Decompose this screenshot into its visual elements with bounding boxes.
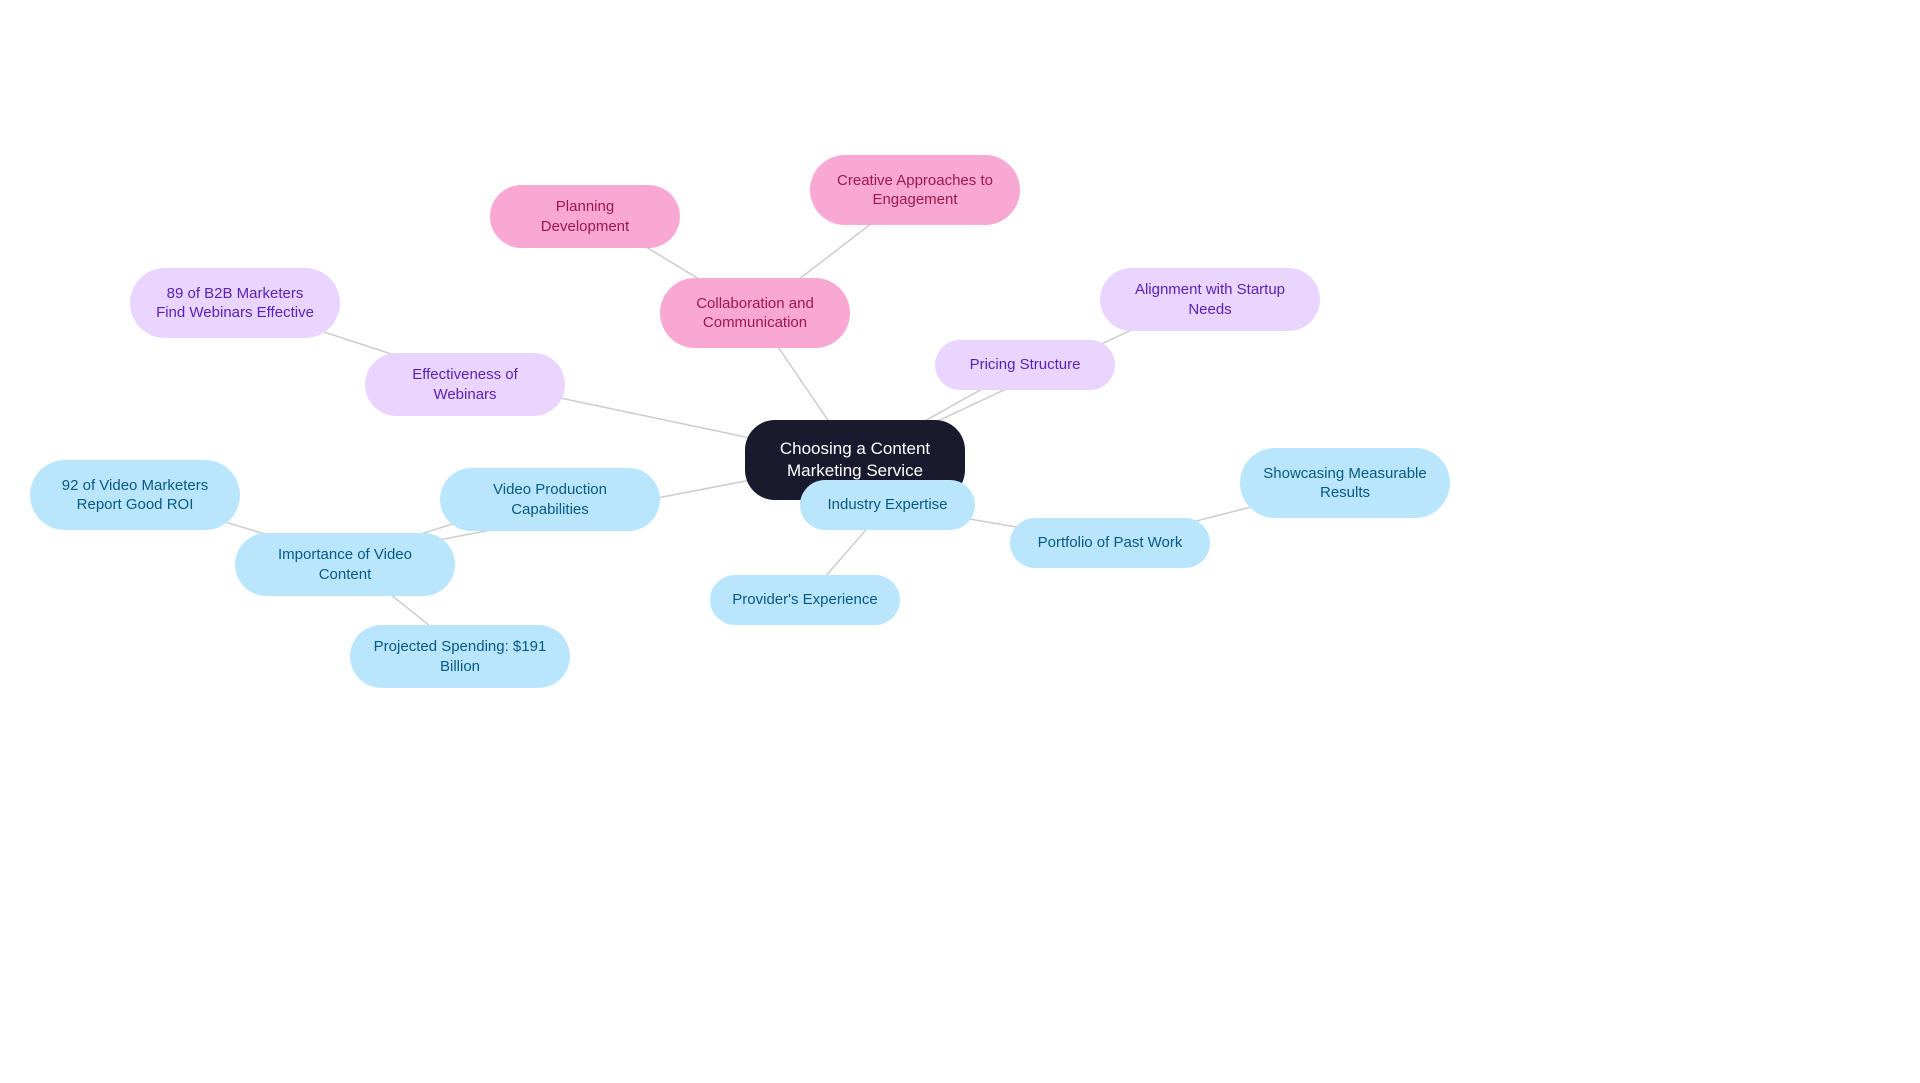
node-video-roi: 92 of Video Marketers Report Good ROI bbox=[30, 460, 240, 530]
node-creative-approaches: Creative Approaches to Engagement bbox=[810, 155, 1020, 225]
node-b2b-webinars: 89 of B2B Marketers Find Webinars Effect… bbox=[130, 268, 340, 338]
mind-map: Choosing a Content Marketing ServicePlan… bbox=[0, 0, 1920, 1083]
node-alignment: Alignment with Startup Needs bbox=[1100, 268, 1320, 331]
node-projected-spending: Projected Spending: $191 Billion bbox=[350, 625, 570, 688]
node-planning-dev: Planning Development bbox=[490, 185, 680, 248]
node-pricing: Pricing Structure bbox=[935, 340, 1115, 390]
node-video-production: Video Production Capabilities bbox=[440, 468, 660, 531]
node-industry-expertise: Industry Expertise bbox=[800, 480, 975, 530]
node-effectiveness-webinars: Effectiveness of Webinars bbox=[365, 353, 565, 416]
node-portfolio: Portfolio of Past Work bbox=[1010, 518, 1210, 568]
node-showcasing: Showcasing Measurable Results bbox=[1240, 448, 1450, 518]
node-providers-experience: Provider's Experience bbox=[710, 575, 900, 625]
node-collaboration: Collaboration and Communication bbox=[660, 278, 850, 348]
node-importance-video: Importance of Video Content bbox=[235, 533, 455, 596]
